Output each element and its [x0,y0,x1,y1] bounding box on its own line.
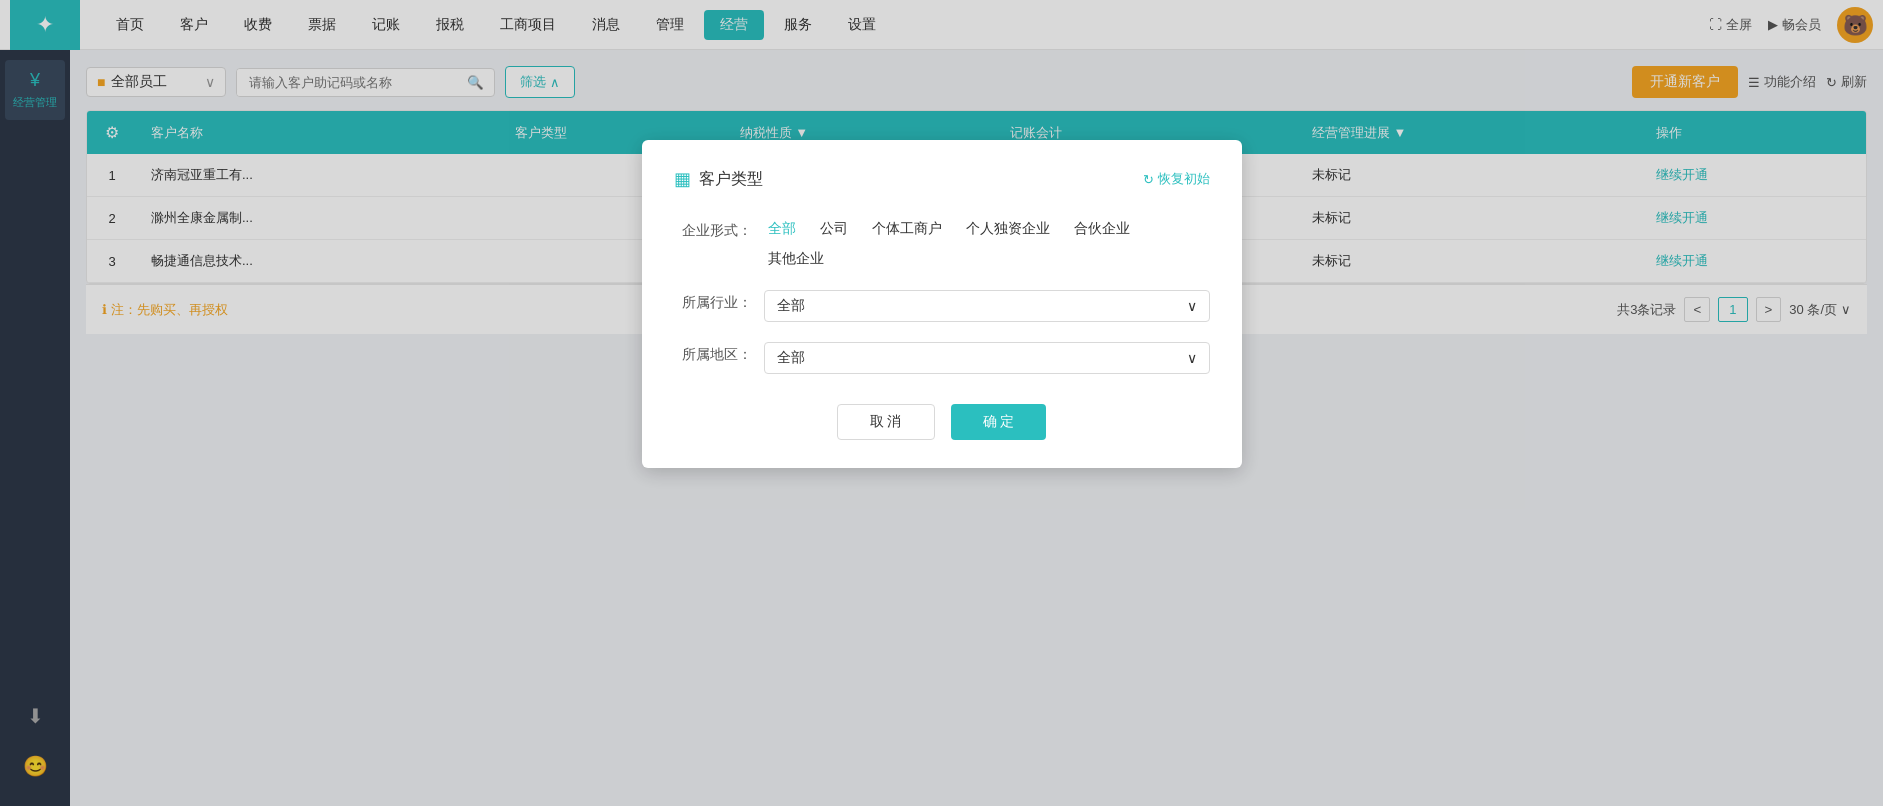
region-dropdown[interactable]: 全部 ∨ [764,342,1210,374]
modal-reset-button[interactable]: ↻ 恢复初始 [1143,170,1210,188]
form-option-company[interactable]: 公司 [816,218,852,240]
form-option-sole[interactable]: 个人独资企业 [962,218,1054,240]
enterprise-options: 全部 公司 个体工商户 个人独资企业 合伙企业 其他企业 [764,218,1210,270]
form-option-selfemployed[interactable]: 个体工商户 [868,218,946,240]
confirm-button[interactable]: 确 定 [951,404,1047,440]
form-option-all[interactable]: 全部 [764,218,800,240]
industry-arrow-icon: ∨ [1187,298,1197,314]
industry-select-area: 全部 ∨ [764,290,1210,322]
modal-region-row: 所属地区： 全部 ∨ [674,342,1210,374]
form-option-other[interactable]: 其他企业 [764,248,828,270]
modal-overlay[interactable]: ▦ 客户类型 ↻ 恢复初始 企业形式： 全部 公司 个体工商户 个人独资企业 合… [0,0,1883,806]
modal-industry-row: 所属行业： 全部 ∨ [674,290,1210,322]
modal-title-icon: ▦ [674,168,691,190]
form-option-partnership[interactable]: 合伙企业 [1070,218,1134,240]
reset-icon: ↻ [1143,172,1154,187]
region-select-area: 全部 ∨ [764,342,1210,374]
enterprise-forms: 全部 公司 个体工商户 个人独资企业 合伙企业 其他企业 [764,218,1210,270]
enterprise-label: 企业形式： [674,218,764,240]
modal-title-area: ▦ 客户类型 [674,168,763,190]
modal-footer: 取 消 确 定 [674,404,1210,440]
modal-enterprise-row: 企业形式： 全部 公司 个体工商户 个人独资企业 合伙企业 其他企业 [674,218,1210,270]
industry-dropdown[interactable]: 全部 ∨ [764,290,1210,322]
industry-value: 全部 [777,297,805,315]
cancel-button[interactable]: 取 消 [837,404,935,440]
reset-label: 恢复初始 [1158,170,1210,188]
industry-label: 所属行业： [674,290,764,312]
region-label: 所属地区： [674,342,764,364]
region-arrow-icon: ∨ [1187,350,1197,366]
region-value: 全部 [777,349,805,367]
modal-title-text: 客户类型 [699,169,763,190]
modal-header: ▦ 客户类型 ↻ 恢复初始 [674,168,1210,190]
filter-modal: ▦ 客户类型 ↻ 恢复初始 企业形式： 全部 公司 个体工商户 个人独资企业 合… [642,140,1242,468]
